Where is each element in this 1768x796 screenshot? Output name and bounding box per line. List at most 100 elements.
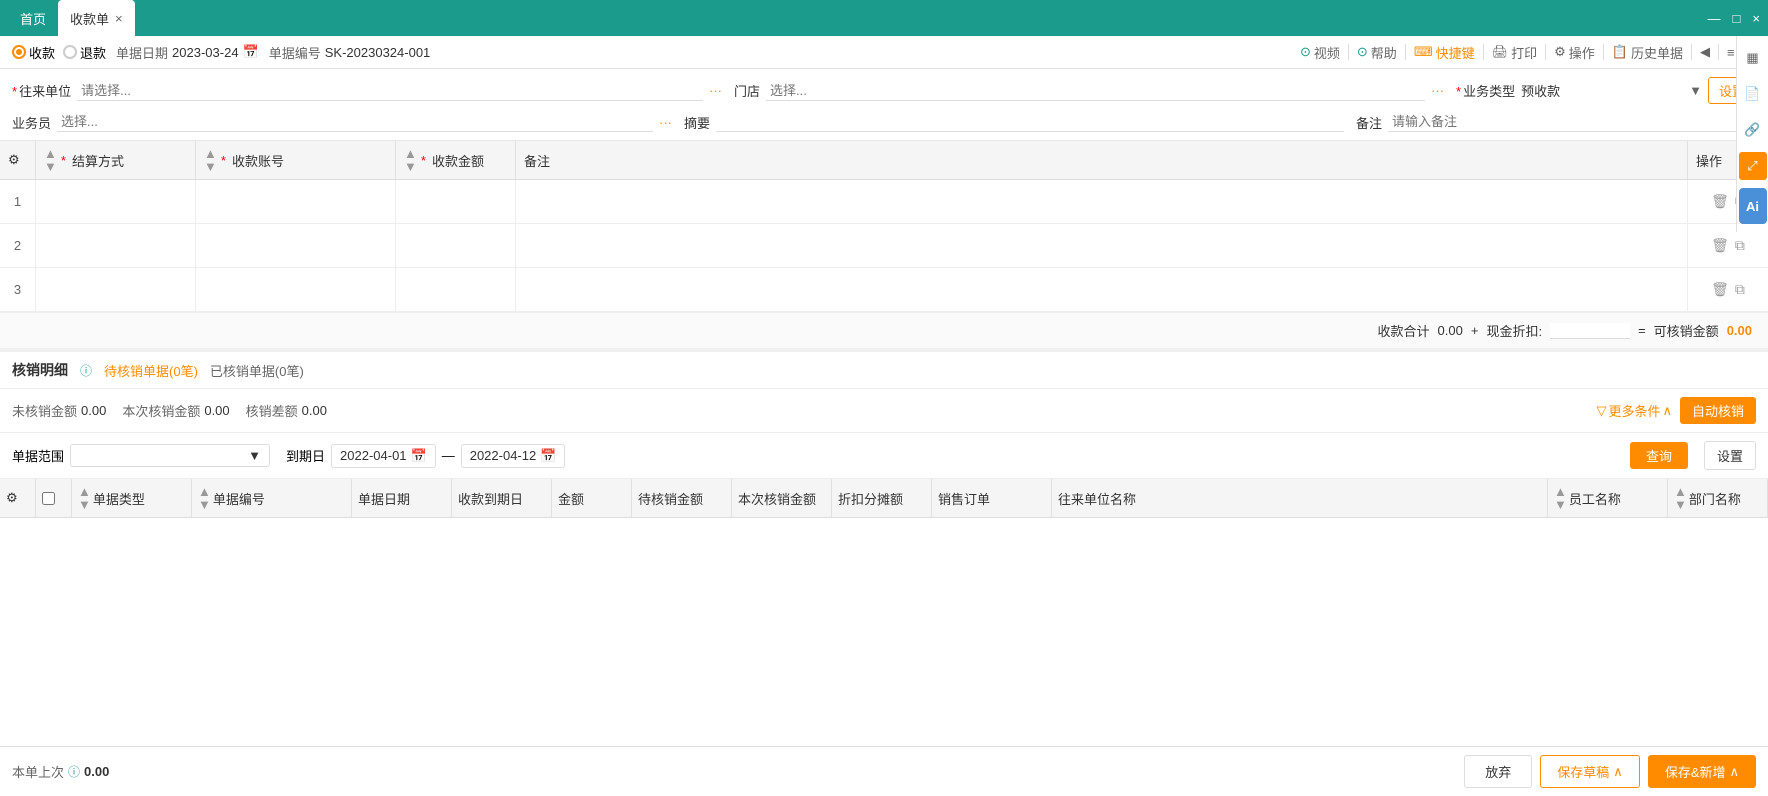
more-conditions-btn[interactable]: ▽ 更多条件 ∧ — [1596, 401, 1672, 420]
staff-field: 业务员 ··· — [12, 112, 672, 132]
sidebar-doc-icon[interactable]: 📄 — [1739, 80, 1767, 108]
table-row: 1 🗑 ⧉ — [0, 180, 1768, 224]
range-field: 单据范围 ▼ — [12, 444, 270, 467]
refund-radio-dot — [63, 45, 77, 59]
sidebar-ai-button[interactable]: Ai — [1739, 188, 1767, 224]
discount-input[interactable] — [1550, 323, 1630, 339]
remark-input[interactable] — [1388, 112, 1756, 132]
expand-icon: ⤢ — [1747, 158, 1757, 174]
summary-input[interactable] — [716, 112, 1344, 132]
receipt-refund-toggle: 收款 退款 — [12, 43, 106, 62]
close-button[interactable]: × — [1752, 11, 1760, 26]
video-icon: ⊙ — [1300, 44, 1311, 60]
shortcut-icon: ⌨ — [1414, 44, 1433, 60]
operations-icon: ⚙ — [1554, 44, 1566, 60]
store-dots[interactable]: ··· — [1431, 83, 1444, 98]
date-from-input[interactable]: 2022-04-01 📅 — [331, 444, 436, 468]
filter-setting-button[interactable]: 设置 — [1704, 441, 1756, 470]
staff-input[interactable] — [57, 112, 653, 132]
th-settings: ⚙ — [0, 141, 36, 179]
bth-doc-date: 单据日期 — [352, 479, 452, 517]
date-to-input[interactable]: 2022-04-12 📅 — [461, 444, 566, 468]
done-tab[interactable]: 已核销单据(0笔) — [210, 361, 304, 380]
sidebar-link-icon[interactable]: 🔗 — [1739, 116, 1767, 144]
table-row: 3 🗑 ⧉ — [0, 268, 1768, 312]
bth-counterparty: 往来单位名称 — [1052, 479, 1548, 517]
copy-row-3-icon[interactable]: ⧉ — [1735, 281, 1745, 298]
bottom-info-icon[interactable]: ⓘ — [68, 763, 80, 780]
auto-verify-button[interactable]: 自动核销 — [1680, 397, 1756, 424]
bottom-actions: 放弃 保存草稿 ∧ 保存&新增 ∧ — [1464, 755, 1756, 788]
nav-prev-icon[interactable]: ◀ — [1700, 44, 1710, 60]
print-icon: 🖨 — [1492, 44, 1509, 60]
bth-current: 本次核销金额 — [732, 479, 832, 517]
bth-doc-type: ▲▼ 单据类型 — [72, 479, 192, 517]
due-date-field: 到期日 2022-04-01 📅 — 2022-04-12 📅 — [286, 444, 565, 468]
tab-close-icon[interactable]: × — [115, 11, 123, 26]
bottom-gear-icon[interactable]: ⚙ — [6, 490, 18, 506]
query-button[interactable]: 查询 — [1630, 442, 1688, 469]
toolbar: 收款 退款 单据日期 2023-03-24 📅 单据编号 SK-20230324… — [0, 36, 1768, 69]
refund-radio[interactable]: 退款 — [63, 43, 106, 62]
bth-due-date: 收款到期日 — [452, 479, 552, 517]
select-all-checkbox[interactable] — [42, 492, 55, 505]
verify-stats: 未核销金额 0.00 本次核销金额 0.00 核销差额 0.00 ▽ 更多条件 … — [0, 389, 1768, 433]
tab-home[interactable]: 首页 — [8, 0, 58, 36]
pending-tab[interactable]: 待核销单据(0笔) — [104, 361, 198, 380]
maximize-button[interactable]: □ — [1733, 11, 1741, 26]
sidebar-expand-icon[interactable]: ⤢ — [1739, 152, 1767, 180]
delete-row-1-icon[interactable]: 🗑 — [1711, 193, 1729, 210]
print-btn[interactable]: 🖨 打印 — [1492, 43, 1538, 62]
bth-sales-order: 销售订单 — [932, 479, 1052, 517]
bth-gear: ⚙ — [0, 479, 36, 517]
summary-row: 收款合计 0.00 + 现金折扣: = 可核销金额 0.00 — [0, 312, 1768, 348]
bth-doc-no: ▲▼ 单据编号 — [192, 479, 352, 517]
bth-dept: ▲▼ 部门名称 — [1668, 479, 1768, 517]
right-sidebar: ▦ 📄 🔗 ⤢ Ai — [1736, 36, 1768, 232]
minimize-button[interactable]: — — [1708, 11, 1721, 26]
help-btn[interactable]: ⊙ 帮助 — [1357, 43, 1397, 62]
verify-header: 核销明细 ⓘ 待核销单据(0笔) 已核销单据(0笔) — [0, 352, 1768, 389]
save-draft-chevron-icon: ∧ — [1613, 764, 1623, 780]
table-icon: ▦ — [1746, 50, 1758, 66]
th-amount: ▲▼ *收款金额 — [396, 141, 516, 179]
video-btn[interactable]: ⊙ 视频 — [1300, 43, 1340, 62]
delete-row-2-icon[interactable]: 🗑 — [1711, 237, 1729, 254]
receipt-radio[interactable]: 收款 — [12, 43, 55, 62]
verify-section: 核销明细 ⓘ 待核销单据(0笔) 已核销单据(0笔) 未核销金额 0.00 本次… — [0, 348, 1768, 746]
summary-field: 摘要 — [684, 112, 1344, 132]
copy-row-2-icon[interactable]: ⧉ — [1735, 237, 1745, 254]
verify-info-icon[interactable]: ⓘ — [80, 362, 92, 379]
bth-staff: ▲▼ 员工名称 — [1548, 479, 1668, 517]
nav-next-icon[interactable]: ≡ — [1727, 45, 1735, 60]
th-account: ▲▼ *收款账号 — [196, 141, 396, 179]
tab-receipts[interactable]: 收款单 × — [58, 0, 135, 36]
counterparty-field: *往来单位 ··· — [12, 81, 722, 101]
th-remark: 备注 — [516, 141, 1688, 179]
shortcut-btn[interactable]: ⌨ 快捷键 — [1414, 43, 1475, 62]
bottom-bar: 本单上次 ⓘ 0.00 放弃 保存草稿 ∧ 保存&新增 ∧ — [0, 746, 1768, 796]
bth-amount: 金额 — [552, 479, 632, 517]
range-chevron-icon: ▼ — [248, 448, 261, 463]
calendar-to-icon: 📅 — [540, 448, 556, 464]
save-new-button[interactable]: 保存&新增 ∧ — [1648, 755, 1756, 788]
delete-row-3-icon[interactable]: 🗑 — [1711, 281, 1729, 298]
abandon-button[interactable]: 放弃 — [1464, 755, 1532, 788]
save-draft-button[interactable]: 保存草稿 ∧ — [1540, 755, 1640, 788]
counterparty-input[interactable] — [77, 81, 703, 101]
form-area: *往来单位 ··· 门店 ··· *业务类型 预收款 ▼ 设置 业务员 ··· — [0, 69, 1768, 141]
store-input[interactable] — [766, 81, 1425, 101]
counterparty-dots[interactable]: ··· — [709, 83, 722, 98]
range-select[interactable]: ▼ — [70, 444, 270, 467]
calendar-icon[interactable]: 📅 — [243, 44, 259, 60]
biz-type-chevron[interactable]: ▼ — [1689, 83, 1702, 98]
history-btn[interactable]: 📋 历史单据 — [1612, 43, 1683, 62]
filter-row: 单据范围 ▼ 到期日 2022-04-01 📅 — 2022-04-12 📅 查 — [0, 433, 1768, 479]
sidebar-table-icon[interactable]: ▦ — [1739, 44, 1767, 72]
remark-field: 备注 — [1356, 112, 1756, 132]
history-icon: 📋 — [1612, 44, 1628, 60]
operations-btn[interactable]: ⚙ 操作 — [1554, 43, 1595, 62]
doc-date-field: 单据日期 2023-03-24 📅 — [116, 43, 259, 62]
gear-icon[interactable]: ⚙ — [8, 152, 20, 168]
staff-dots[interactable]: ··· — [659, 115, 672, 130]
